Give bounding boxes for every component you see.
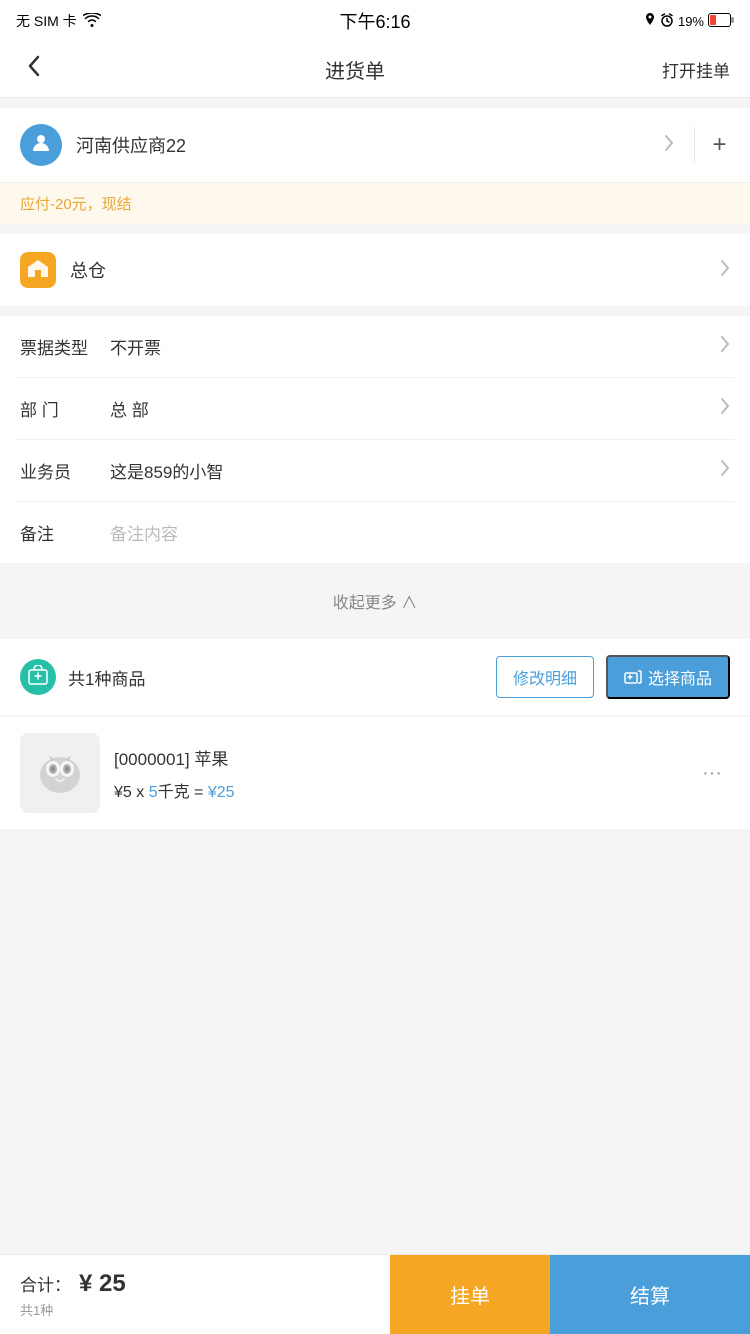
carrier-label: 无 SIM 卡 bbox=[16, 11, 77, 31]
warehouse-section: 总仓 bbox=[0, 234, 750, 306]
back-button[interactable] bbox=[20, 47, 48, 92]
collapse-button[interactable]: 收起更多 ∧ bbox=[0, 573, 750, 629]
total-sub-label: 共1种 bbox=[20, 1300, 370, 1319]
product-name: [0000001] 苹果 bbox=[114, 745, 680, 770]
product-thumbnail bbox=[20, 733, 100, 813]
product-count-icon-symbol bbox=[27, 665, 49, 690]
remark-row[interactable]: 备注 备注内容 bbox=[0, 502, 750, 563]
total-label-text: 合计： bbox=[20, 1271, 71, 1296]
supplier-arrow-icon bbox=[664, 134, 674, 157]
battery-percent: 19% bbox=[678, 14, 704, 29]
supplier-section: 河南供应商22 + 应付-20元，现结 bbox=[0, 108, 750, 224]
total-section: 合计： ¥ 25 共1种 bbox=[0, 1270, 390, 1319]
page-title: 进货单 bbox=[325, 55, 385, 84]
bottom-spacer bbox=[0, 829, 750, 919]
remark-placeholder: 备注内容 bbox=[110, 520, 730, 545]
suspend-button[interactable]: 挂单 bbox=[390, 1255, 550, 1334]
salesperson-arrow-icon bbox=[720, 459, 730, 482]
alarm-icon bbox=[660, 13, 674, 30]
status-left: 无 SIM 卡 bbox=[16, 11, 101, 31]
open-pending-button[interactable]: 打开挂单 bbox=[662, 57, 730, 82]
product-header: 共1种商品 修改明细 选择商品 bbox=[0, 639, 750, 715]
product-count-icon bbox=[20, 659, 56, 695]
invoice-type-row[interactable]: 票据类型 不开票 bbox=[0, 316, 750, 377]
product-count-label: 共1种商品 bbox=[68, 665, 484, 690]
select-product-button[interactable]: 选择商品 bbox=[606, 655, 730, 699]
supplier-avatar-icon bbox=[29, 131, 53, 160]
status-time: 下午6:16 bbox=[339, 8, 410, 34]
product-price: ¥5 x 5千克 = ¥25 bbox=[114, 778, 680, 802]
warehouse-name: 总仓 bbox=[70, 257, 720, 283]
add-supplier-button[interactable]: + bbox=[694, 127, 730, 163]
nav-bar: 进货单 打开挂单 bbox=[0, 42, 750, 98]
bottom-bar: 合计： ¥ 25 共1种 挂单 结算 bbox=[0, 1254, 750, 1334]
supplier-alert: 应付-20元，现结 bbox=[0, 183, 750, 224]
separator-top bbox=[0, 98, 750, 108]
warehouse-icon-symbol bbox=[27, 258, 49, 283]
invoice-type-label: 票据类型 bbox=[20, 334, 110, 359]
wifi-icon bbox=[83, 13, 101, 30]
salesperson-label: 业务员 bbox=[20, 458, 110, 483]
warehouse-row[interactable]: 总仓 bbox=[0, 234, 750, 306]
total-amount: ¥ 25 bbox=[79, 1270, 126, 1298]
checkout-button[interactable]: 结算 bbox=[550, 1255, 750, 1334]
location-icon bbox=[644, 13, 656, 30]
product-item: [0000001] 苹果 ¥5 x 5千克 = ¥25 ··· bbox=[0, 717, 750, 829]
supplier-avatar bbox=[20, 124, 62, 166]
battery-icon bbox=[708, 13, 734, 30]
department-label: 部 门 bbox=[20, 396, 110, 421]
product-menu-button[interactable]: ··· bbox=[694, 758, 730, 789]
status-bar: 无 SIM 卡 下午6:16 19% bbox=[0, 0, 750, 42]
invoice-type-value: 不开票 bbox=[110, 334, 720, 359]
salesperson-row[interactable]: 业务员 这是859的小智 bbox=[0, 440, 750, 501]
remark-label: 备注 bbox=[20, 520, 110, 545]
supplier-row[interactable]: 河南供应商22 + bbox=[0, 108, 750, 183]
form-section: 票据类型 不开票 部 门 总 部 业务员 这是859的小智 备注 备注内容 bbox=[0, 316, 750, 563]
select-product-label: 选择商品 bbox=[648, 665, 712, 689]
edit-detail-button[interactable]: 修改明细 bbox=[496, 656, 594, 698]
status-right: 19% bbox=[644, 13, 734, 30]
warehouse-icon bbox=[20, 252, 56, 288]
department-arrow-icon bbox=[720, 397, 730, 420]
salesperson-value: 这是859的小智 bbox=[110, 458, 720, 483]
product-info: [0000001] 苹果 ¥5 x 5千克 = ¥25 bbox=[114, 745, 680, 802]
warehouse-arrow-icon bbox=[720, 259, 730, 282]
department-value: 总 部 bbox=[110, 396, 720, 421]
invoice-type-arrow-icon bbox=[720, 335, 730, 358]
supplier-name: 河南供应商22 bbox=[76, 132, 664, 158]
department-row[interactable]: 部 门 总 部 bbox=[0, 378, 750, 439]
separator-mid bbox=[0, 629, 750, 639]
